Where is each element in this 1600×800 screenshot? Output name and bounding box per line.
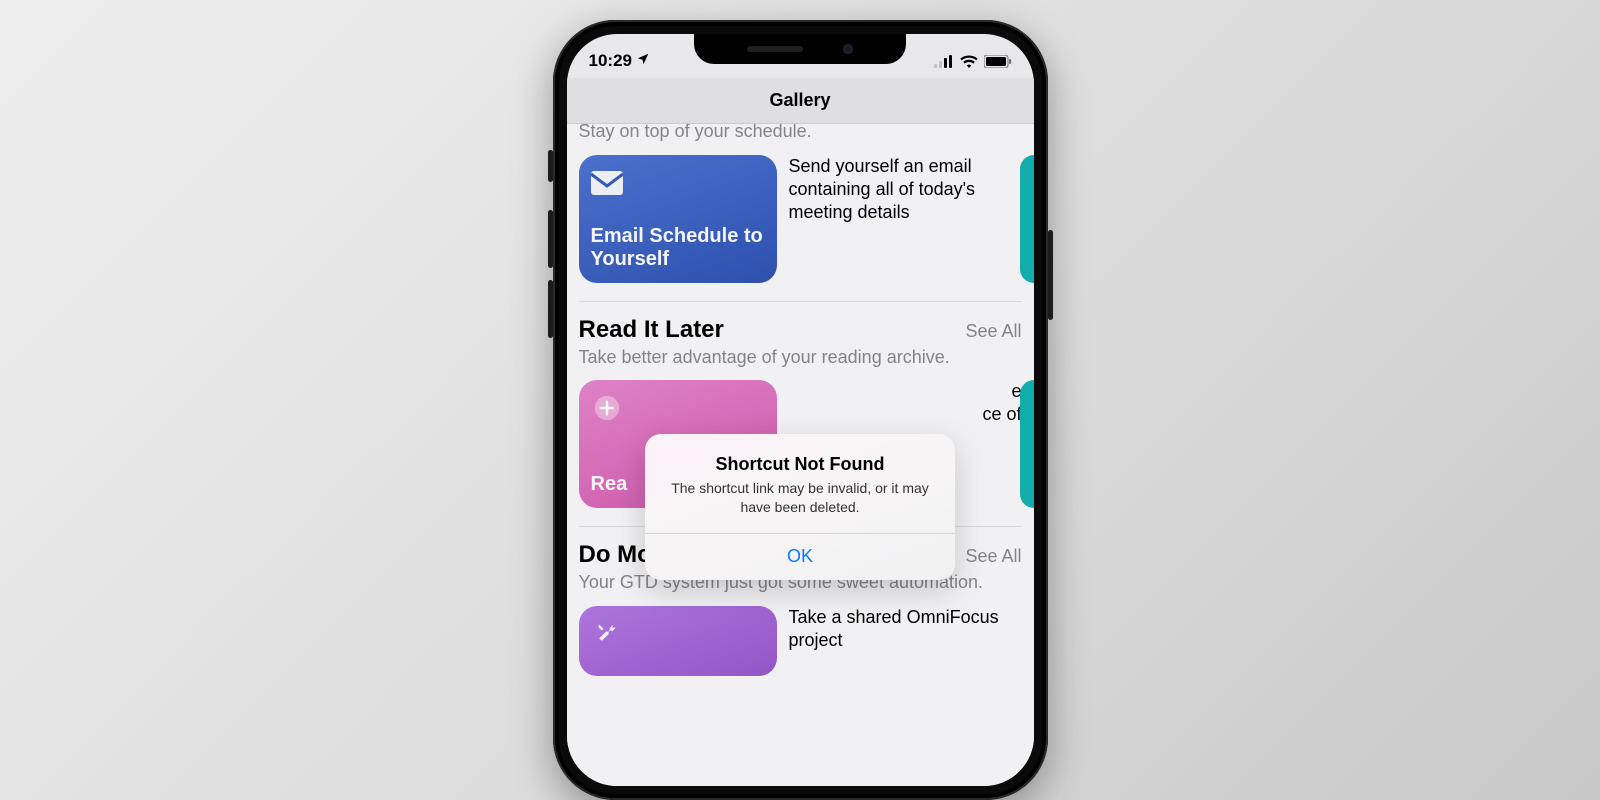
volume-down-button[interactable] (548, 280, 553, 338)
modal-dim (567, 34, 1034, 786)
alert-title: Shortcut Not Found (663, 454, 937, 475)
alert-ok-button[interactable]: OK (645, 534, 955, 580)
screen: 10:29 (567, 34, 1034, 786)
stage: 10:29 (0, 0, 1600, 800)
alert-dialog: Shortcut Not Found The shortcut link may… (645, 434, 955, 580)
power-button[interactable] (1048, 230, 1053, 320)
alert-message: The shortcut link may be invalid, or it … (663, 479, 937, 517)
mute-switch[interactable] (548, 150, 553, 182)
volume-up-button[interactable] (548, 210, 553, 268)
phone-frame: 10:29 (553, 20, 1048, 800)
